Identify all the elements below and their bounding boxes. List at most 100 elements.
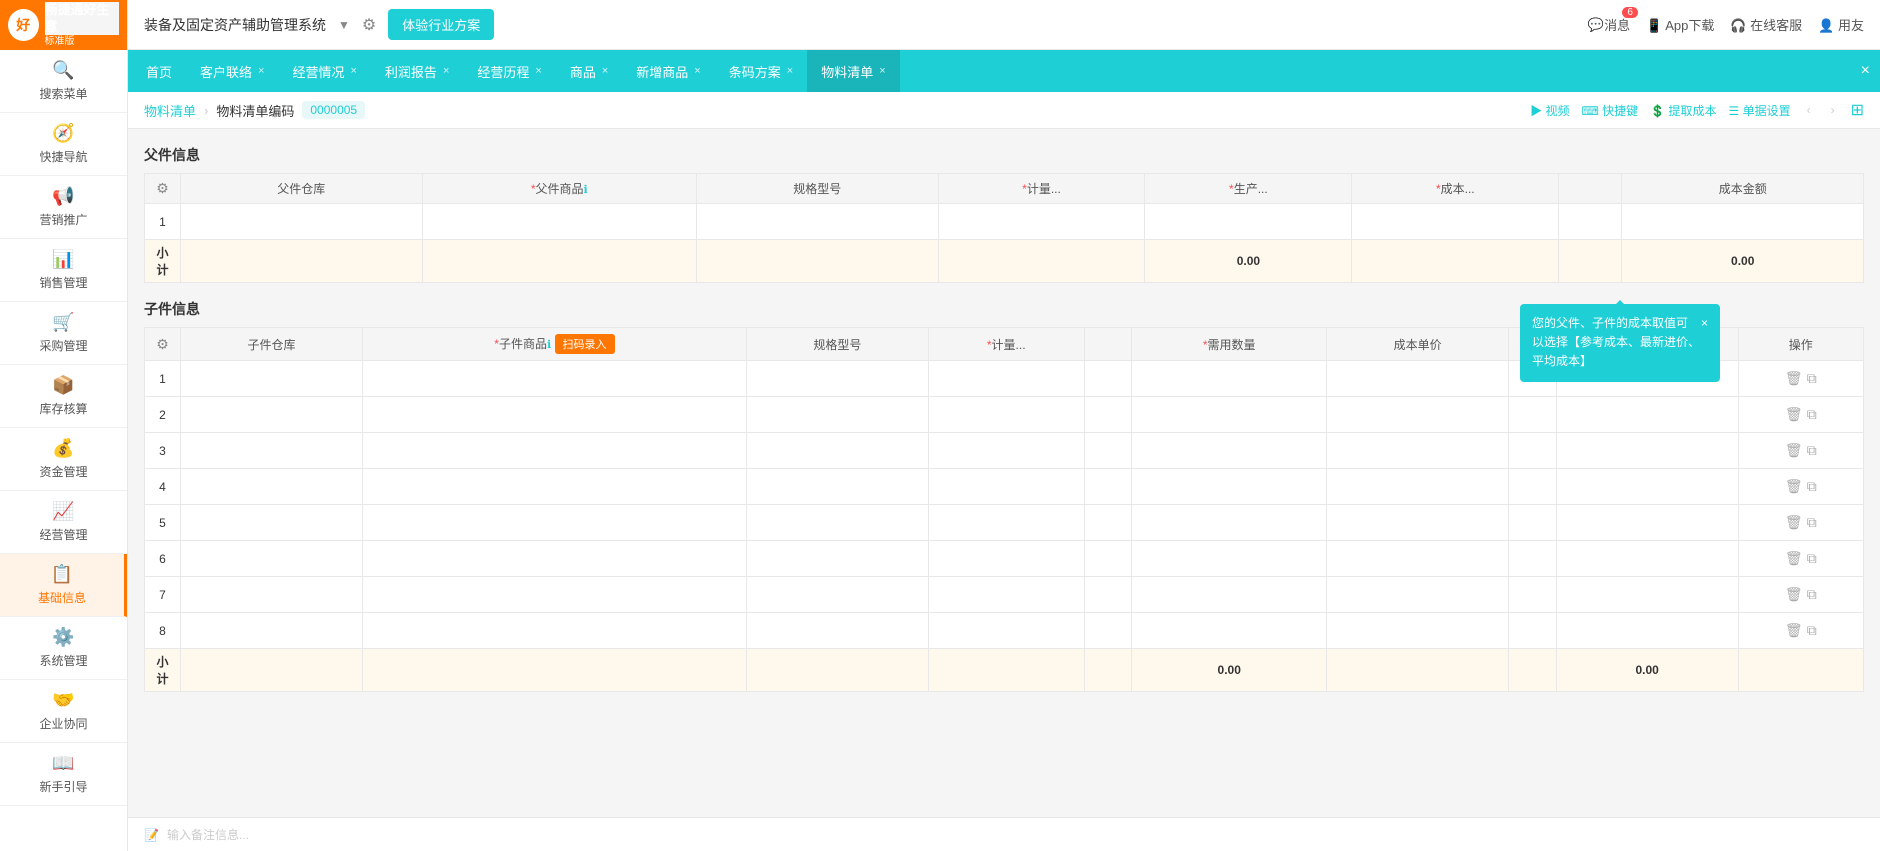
parent-product-1[interactable]	[422, 204, 696, 240]
delete-icon-5[interactable]: 🗑	[1785, 514, 1803, 531]
scan-btn[interactable]: 扫码录入	[555, 334, 615, 354]
copy-icon-4[interactable]: ⧉	[1807, 478, 1817, 495]
grid-view-icon[interactable]: ⊞	[1851, 100, 1864, 120]
sidebar-item-quicknav[interactable]: 🧭快捷导航	[0, 113, 127, 176]
child-unit-cost-7[interactable]	[1327, 577, 1509, 613]
child-unit-3[interactable]	[928, 433, 1084, 469]
delete-icon-7[interactable]: 🗑	[1785, 586, 1803, 603]
extract-cost-btn[interactable]: 💲 提取成本	[1650, 102, 1716, 119]
settings-icon[interactable]: ⚙	[362, 15, 376, 35]
parent-th-settings[interactable]: ⚙	[145, 174, 181, 204]
prev-arrow[interactable]: ‹	[1803, 103, 1815, 117]
copy-icon-3[interactable]: ⧉	[1807, 442, 1817, 459]
sidebar-item-finance[interactable]: 💰资金管理	[0, 428, 127, 491]
child-unit-cost-3[interactable]	[1327, 433, 1509, 469]
child-product-3[interactable]	[362, 433, 746, 469]
nav-tab-bom[interactable]: 物料清单×	[807, 50, 899, 92]
delete-icon-3[interactable]: 🗑	[1785, 442, 1803, 459]
video-btn[interactable]: ▶ 视频	[1530, 102, 1569, 119]
child-spec-7[interactable]	[746, 577, 928, 613]
note-hint[interactable]: 输入备注信息...	[167, 826, 249, 843]
sidebar-item-sales[interactable]: 📊销售管理	[0, 239, 127, 302]
child-product-4[interactable]	[362, 469, 746, 505]
nav-tab-operation_status[interactable]: 经营情况×	[278, 50, 370, 92]
child-unit-cost-6[interactable]	[1327, 541, 1509, 577]
child-th-settings[interactable]: ⚙	[145, 328, 181, 361]
sidebar-item-system[interactable]: ⚙️系统管理	[0, 617, 127, 680]
user-menu[interactable]: 👤 用友	[1818, 15, 1864, 34]
nav-tab-products[interactable]: 商品×	[556, 50, 622, 92]
delete-icon-6[interactable]: 🗑	[1785, 550, 1803, 567]
child-unit-2[interactable]	[928, 397, 1084, 433]
child-qty-7[interactable]	[1132, 577, 1327, 613]
system-select-icon[interactable]: ▼	[338, 18, 350, 32]
copy-icon-5[interactable]: ⧉	[1807, 514, 1817, 531]
nav-tab-customers[interactable]: 客户联络×	[186, 50, 278, 92]
child-qty-3[interactable]	[1132, 433, 1327, 469]
tab-close-customers[interactable]: ×	[258, 65, 264, 77]
delete-icon-2[interactable]: 🗑	[1785, 406, 1803, 423]
child-product-5[interactable]	[362, 505, 746, 541]
child-spec-6[interactable]	[746, 541, 928, 577]
child-warehouse-5[interactable]	[181, 505, 363, 541]
tab-close-add_product[interactable]: ×	[694, 65, 700, 77]
child-unit-cost-1[interactable]	[1327, 361, 1509, 397]
child-unit-cost-4[interactable]	[1327, 469, 1509, 505]
child-spec-1[interactable]	[746, 361, 928, 397]
child-unit-6[interactable]	[928, 541, 1084, 577]
child-product-1[interactable]	[362, 361, 746, 397]
delete-icon-8[interactable]: 🗑	[1785, 622, 1803, 639]
child-spec-8[interactable]	[746, 613, 928, 649]
breadcrumb-parent[interactable]: 物料清单	[144, 101, 196, 120]
parent-cost-1[interactable]	[1352, 204, 1559, 240]
shortcut-btn[interactable]: ⌨ 快捷键	[1581, 102, 1638, 119]
tab-close-bom[interactable]: ×	[879, 65, 885, 77]
online-service-btn[interactable]: 🎧 在线客服	[1730, 15, 1802, 34]
child-qty-6[interactable]	[1132, 541, 1327, 577]
close-all-tabs-btn[interactable]: ×	[1851, 62, 1880, 80]
copy-icon-7[interactable]: ⧉	[1807, 586, 1817, 603]
copy-icon-6[interactable]: ⧉	[1807, 550, 1817, 567]
child-product-2[interactable]	[362, 397, 746, 433]
copy-icon-1[interactable]: ⧉	[1807, 370, 1817, 387]
tab-close-profit[interactable]: ×	[443, 65, 449, 77]
child-spec-5[interactable]	[746, 505, 928, 541]
copy-icon-2[interactable]: ⧉	[1807, 406, 1817, 423]
child-product-8[interactable]	[362, 613, 746, 649]
next-arrow[interactable]: ›	[1827, 103, 1839, 117]
child-unit-cost-8[interactable]	[1327, 613, 1509, 649]
app-download-btn[interactable]: 📱 App下载	[1646, 15, 1714, 34]
child-unit-cost-2[interactable]	[1327, 397, 1509, 433]
sidebar-item-basic[interactable]: 📋基础信息	[0, 554, 127, 617]
child-warehouse-1[interactable]	[181, 361, 363, 397]
delete-icon-1[interactable]: 🗑	[1785, 370, 1803, 387]
child-unit-cost-5[interactable]	[1327, 505, 1509, 541]
copy-icon-8[interactable]: ⧉	[1807, 622, 1817, 639]
single-settings-btn[interactable]: ☰ 单据设置	[1728, 102, 1790, 119]
child-unit-1[interactable]	[928, 361, 1084, 397]
child-qty-1[interactable]	[1132, 361, 1327, 397]
child-product-6[interactable]	[362, 541, 746, 577]
child-qty-8[interactable]	[1132, 613, 1327, 649]
child-unit-4[interactable]	[928, 469, 1084, 505]
child-qty-5[interactable]	[1132, 505, 1327, 541]
sidebar-item-purchase[interactable]: 🛒采购管理	[0, 302, 127, 365]
sidebar-item-marketing[interactable]: 📢营销推广	[0, 176, 127, 239]
message-btn[interactable]: 💬 消息 6	[1588, 15, 1630, 34]
child-qty-4[interactable]	[1132, 469, 1327, 505]
child-warehouse-6[interactable]	[181, 541, 363, 577]
tab-close-operation_status[interactable]: ×	[350, 65, 356, 77]
sidebar-item-guide[interactable]: 📖新手引导	[0, 743, 127, 806]
child-warehouse-4[interactable]	[181, 469, 363, 505]
child-warehouse-7[interactable]	[181, 577, 363, 613]
sidebar-item-operation[interactable]: 📈经营管理	[0, 491, 127, 554]
parent-warehouse-1[interactable]	[181, 204, 423, 240]
child-spec-4[interactable]	[746, 469, 928, 505]
tab-close-barcode[interactable]: ×	[787, 65, 793, 77]
nav-tab-add_product[interactable]: 新增商品×	[622, 50, 714, 92]
nav-tab-home[interactable]: 首页	[132, 50, 186, 92]
child-unit-8[interactable]	[928, 613, 1084, 649]
child-warehouse-2[interactable]	[181, 397, 363, 433]
child-unit-7[interactable]	[928, 577, 1084, 613]
parent-produce-1[interactable]	[1145, 204, 1352, 240]
